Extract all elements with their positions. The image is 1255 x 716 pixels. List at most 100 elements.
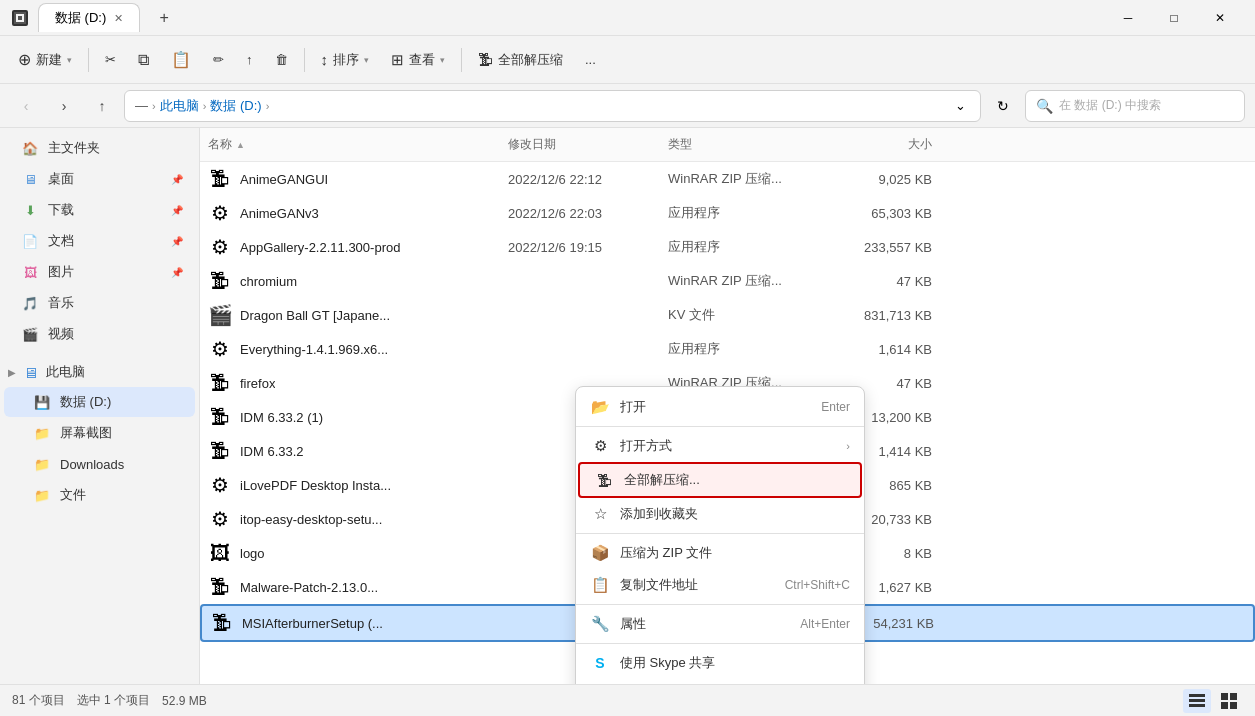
- table-row[interactable]: ⚙ AppGallery-2.2.11.300-prod 2022/12/6 1…: [200, 230, 1255, 264]
- file-name: firefox: [240, 376, 275, 391]
- sidebar-label-drive: 数据 (D:): [60, 393, 111, 411]
- copy-button[interactable]: ⧉: [128, 46, 159, 74]
- rename-button[interactable]: ✏: [203, 47, 234, 72]
- table-row[interactable]: ⚙ AnimeGANv3 2022/12/6 22:03 应用程序 65,303…: [200, 196, 1255, 230]
- breadcrumb-pc[interactable]: 此电脑: [160, 97, 199, 115]
- file-name: itop-easy-desktop-setu...: [240, 512, 382, 527]
- table-row[interactable]: 🗜 AnimeGANGUI 2022/12/6 22:12 WinRAR ZIP…: [200, 162, 1255, 196]
- menu-item-icon: 🔧: [590, 614, 610, 634]
- view-button[interactable]: ⊞ 查看 ▾: [381, 46, 455, 74]
- search-icon: 🔍: [1036, 98, 1053, 114]
- share-button[interactable]: ↑: [236, 47, 263, 72]
- sidebar-label-desktop: 桌面: [48, 170, 74, 188]
- search-placeholder: 在 数据 (D:) 中搜索: [1059, 97, 1161, 114]
- file-name: IDM 6.33.2: [240, 444, 304, 459]
- svg-rect-2: [18, 16, 22, 20]
- new-icon: ⊕: [18, 50, 31, 69]
- folder-icon-screenshot: 📁: [32, 423, 52, 443]
- context-menu-item[interactable]: 🔧 属性 Alt+Enter: [576, 608, 864, 640]
- context-menu-item[interactable]: ⚙ 打开方式 ›: [576, 430, 864, 462]
- status-size: 52.9 MB: [162, 694, 207, 708]
- context-menu-item[interactable]: S 使用 Skype 共享: [576, 647, 864, 679]
- grid-view-button[interactable]: [1215, 689, 1243, 713]
- close-button[interactable]: ✕: [1197, 0, 1243, 36]
- tab-close-button[interactable]: ✕: [114, 12, 123, 25]
- up-button[interactable]: ↑: [86, 90, 118, 122]
- sidebar-label-screenshot: 屏幕截图: [60, 424, 112, 442]
- table-row[interactable]: 🗜 chromium WinRAR ZIP 压缩... 47 KB: [200, 264, 1255, 298]
- sidebar-item-docs[interactable]: 📄 文档 📌: [4, 226, 195, 256]
- breadcrumb-drive[interactable]: 数据 (D:): [210, 97, 261, 115]
- expand-icon: ▶: [8, 367, 16, 378]
- rename-icon: ✏: [213, 52, 224, 67]
- main-layout: 🏠 主文件夹 🖥 桌面 📌 ⬇ 下载 📌 📄 文档 📌 🖼 图片 📌 🎵 音乐: [0, 128, 1255, 684]
- copy-icon: ⧉: [138, 51, 149, 69]
- svg-rect-6: [1221, 693, 1228, 700]
- minimize-button[interactable]: ─: [1105, 0, 1151, 36]
- context-menu-item[interactable]: ☰ 显示更多选项 Shift+F10: [576, 679, 864, 684]
- paste-button[interactable]: 📋: [161, 45, 201, 74]
- menu-item-label: 打开方式: [620, 437, 836, 455]
- col-header-name[interactable]: 名称 ▲: [200, 132, 500, 157]
- forward-button[interactable]: ›: [48, 90, 80, 122]
- file-icon: ⚙: [208, 235, 232, 259]
- list-view-button[interactable]: [1183, 689, 1211, 713]
- new-tab-button[interactable]: +: [150, 4, 178, 32]
- toolbar-separator-2: [304, 48, 305, 72]
- sidebar-item-drive[interactable]: 💾 数据 (D:): [4, 387, 195, 417]
- context-menu-item[interactable]: 📋 复制文件地址 Ctrl+Shift+C: [576, 569, 864, 601]
- sidebar-item-screenshot[interactable]: 📁 屏幕截图: [4, 418, 195, 448]
- menu-item-label: 压缩为 ZIP 文件: [620, 544, 850, 562]
- context-menu-item[interactable]: 🗜 全部解压缩...: [578, 462, 862, 498]
- breadcrumb-expand-button[interactable]: ⌄: [950, 96, 970, 116]
- table-row[interactable]: ⚙ Everything-1.4.1.969.x6... 应用程序 1,614 …: [200, 332, 1255, 366]
- file-type: WinRAR ZIP 压缩...: [660, 167, 820, 191]
- context-menu-item[interactable]: ☆ 添加到收藏夹: [576, 498, 864, 530]
- address-bar: ‹ › ↑ — › 此电脑 › 数据 (D:) › ⌄ ↻ 🔍 在 数据 (D:…: [0, 84, 1255, 128]
- file-list-header: 名称 ▲ 修改日期 类型 大小: [200, 128, 1255, 162]
- col-header-type[interactable]: 类型: [660, 132, 820, 157]
- menu-item-label: 打开: [620, 398, 811, 416]
- sidebar-item-video[interactable]: 🎬 视频: [4, 319, 195, 349]
- title-bar-tab[interactable]: 数据 (D:) ✕: [38, 3, 140, 32]
- sidebar-item-music[interactable]: 🎵 音乐: [4, 288, 195, 318]
- file-date: 2022/12/6 19:15: [500, 237, 660, 258]
- file-icon: ⚙: [208, 507, 232, 531]
- maximize-button[interactable]: □: [1151, 0, 1197, 36]
- sort-button[interactable]: ↕ 排序 ▾: [311, 46, 380, 74]
- sidebar-item-download[interactable]: ⬇ 下载 📌: [4, 195, 195, 225]
- col-header-modified[interactable]: 修改日期: [500, 132, 660, 157]
- file-icon: 🖼: [208, 541, 232, 565]
- sidebar-item-pics[interactable]: 🖼 图片 📌: [4, 257, 195, 287]
- extract-button[interactable]: 🗜 全部解压缩: [468, 46, 573, 74]
- menu-item-shortcut: Alt+Enter: [800, 617, 850, 631]
- file-type: 应用程序: [660, 201, 820, 225]
- sidebar-item-downloads-folder[interactable]: 📁 Downloads: [4, 449, 195, 479]
- file-name: Malware-Patch-2.13.0...: [240, 580, 378, 595]
- menu-item-label: 复制文件地址: [620, 576, 775, 594]
- context-menu-item[interactable]: 📦 压缩为 ZIP 文件: [576, 537, 864, 569]
- sidebar-item-files[interactable]: 📁 文件: [4, 480, 195, 510]
- context-menu-item[interactable]: 📂 打开 Enter: [576, 391, 864, 423]
- delete-button[interactable]: 🗑: [265, 47, 298, 72]
- sidebar-label-music: 音乐: [48, 294, 74, 312]
- menu-separator-3: [576, 604, 864, 605]
- table-row[interactable]: 🎬 Dragon Ball GT [Japane... KV 文件 831,71…: [200, 298, 1255, 332]
- search-box[interactable]: 🔍 在 数据 (D:) 中搜索: [1025, 90, 1245, 122]
- more-button[interactable]: ...: [575, 47, 606, 72]
- breadcrumb-separator-2: ›: [203, 100, 207, 112]
- file-icon: 🗜: [208, 167, 232, 191]
- sidebar-item-desktop[interactable]: 🖥 桌面 📌: [4, 164, 195, 194]
- col-header-size[interactable]: 大小: [820, 132, 940, 157]
- docs-icon: 📄: [20, 231, 40, 251]
- back-button[interactable]: ‹: [10, 90, 42, 122]
- breadcrumb[interactable]: — › 此电脑 › 数据 (D:) › ⌄: [124, 90, 981, 122]
- sidebar-item-home[interactable]: 🏠 主文件夹: [4, 133, 195, 163]
- refresh-button[interactable]: ↻: [987, 90, 1019, 122]
- sort-chevron-icon: ▾: [364, 55, 369, 65]
- new-button[interactable]: ⊕ 新建 ▾: [8, 45, 82, 74]
- file-size: 1,614 KB: [820, 339, 940, 360]
- file-icon: ⚙: [208, 337, 232, 361]
- cut-button[interactable]: ✂: [95, 47, 126, 72]
- sidebar-pc-expand[interactable]: ▶ 🖥 此电脑: [0, 358, 199, 386]
